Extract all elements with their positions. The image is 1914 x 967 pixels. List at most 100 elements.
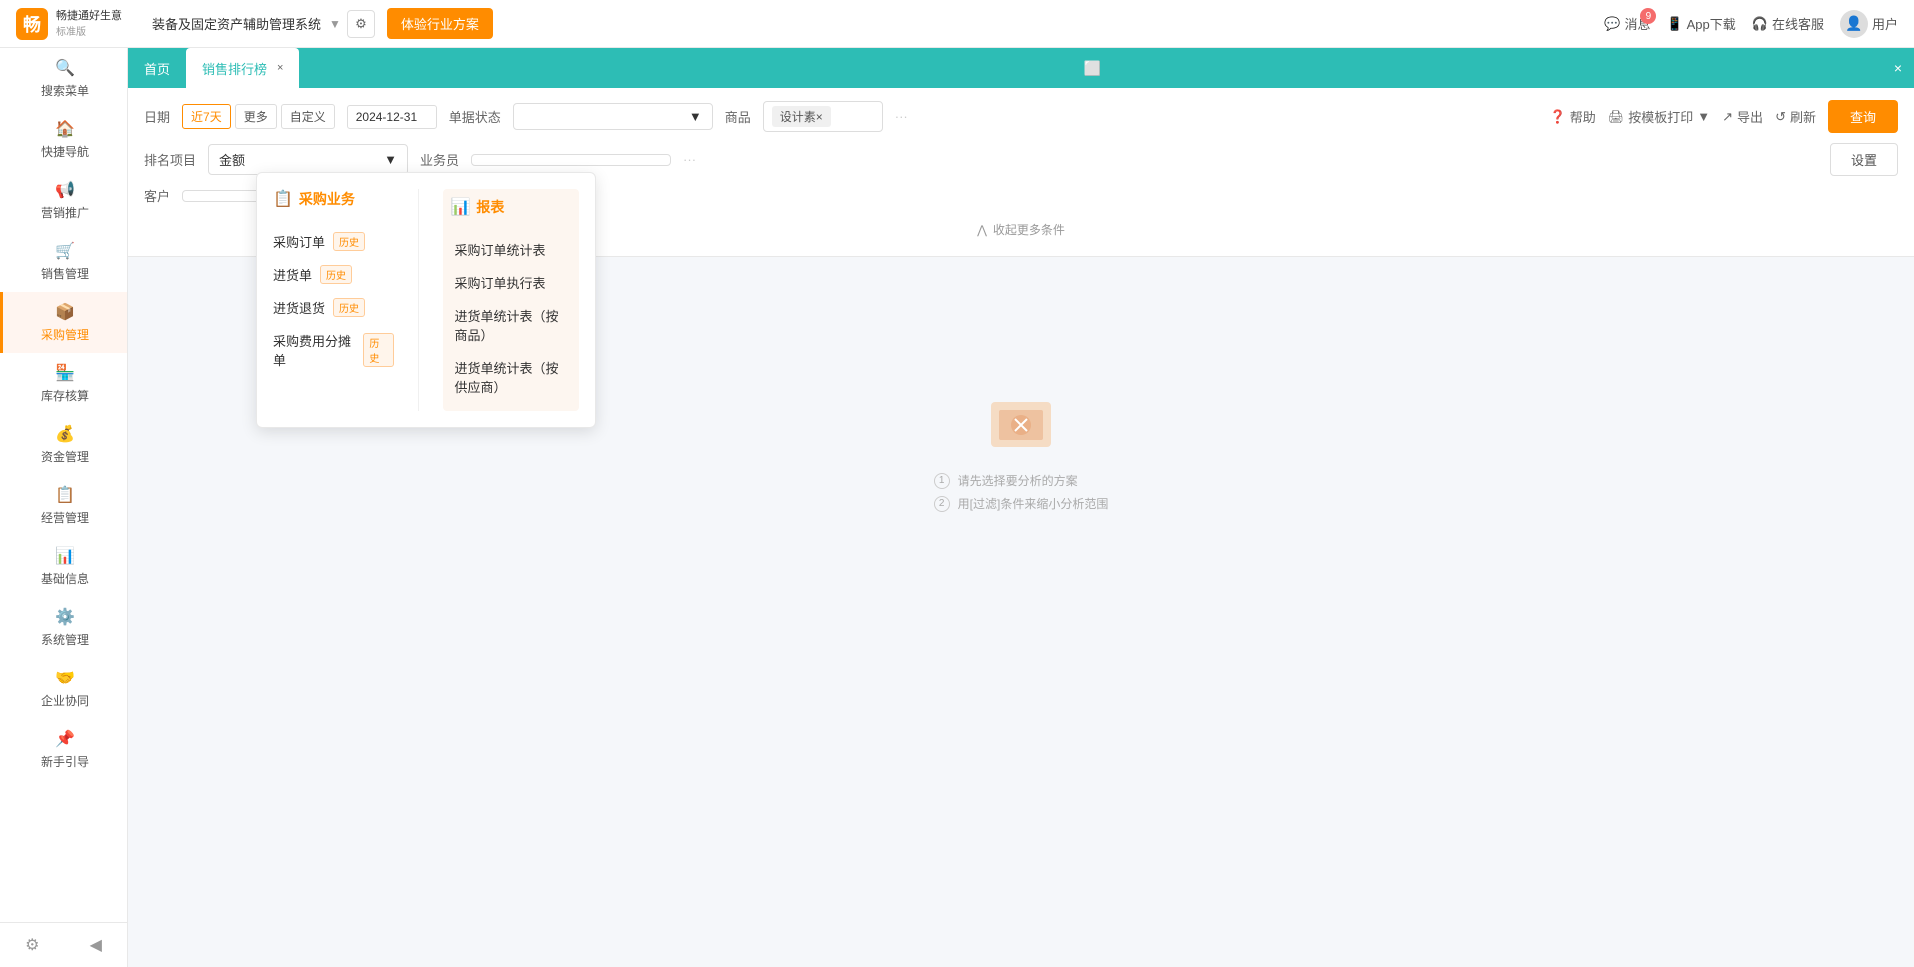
logo-text: 畅捷通好生意 xyxy=(56,9,122,23)
collapse-icon: ⋀ xyxy=(977,223,987,237)
resize-icon[interactable]: ⬜ xyxy=(1084,60,1109,77)
tab-close-icon[interactable]: × xyxy=(277,62,283,74)
menu-item-goods-receipt-stats-by-supplier[interactable]: 进货单统计表（按供应商） xyxy=(451,351,572,403)
date-range-group: 近7天 更多 自定义 xyxy=(182,104,335,129)
sidebar-item-finance[interactable]: 💰 资金管理 xyxy=(0,414,127,475)
empty-illustration xyxy=(971,382,1071,462)
sidebar-item-system[interactable]: ⚙️ 系统管理 xyxy=(0,597,127,658)
salesman-ellipsis[interactable]: ··· xyxy=(683,152,696,167)
megaphone-icon: 📢 xyxy=(55,180,75,200)
sidebar-item-marketing[interactable]: 📢 营销推广 xyxy=(0,170,127,231)
dropdown-menu: 📋 采购业务 采购订单 历史 进货单 历史 进货退货 xyxy=(256,172,596,428)
sidebar-bottom: ⚙ ◀ xyxy=(0,922,127,967)
search-icon: 🔍 xyxy=(55,58,75,78)
sidebar-item-operations[interactable]: 📋 经营管理 xyxy=(0,475,127,536)
report-menu-section: 📊 报表 采购订单统计表 采购订单执行表 进货单统计表（按商品） 进货单统计表（… xyxy=(443,189,580,411)
menu-item-goods-receipt[interactable]: 进货单 历史 xyxy=(273,258,394,291)
tab-home[interactable]: 首页 xyxy=(128,48,186,88)
menu-item-purchase-order-exec[interactable]: 采购订单执行表 xyxy=(451,266,572,299)
user-avatar: 👤 xyxy=(1840,10,1868,38)
sidebar-item-inventory[interactable]: 🏪 库存核算 xyxy=(0,353,127,414)
date-option-more[interactable]: 更多 xyxy=(235,104,277,129)
sidebar-item-enterprise[interactable]: 🤝 企业协同 xyxy=(0,658,127,719)
logo-area: 畅 畅捷通好生意 标准版 xyxy=(16,8,144,40)
message-button[interactable]: 💬 消息 9 xyxy=(1604,14,1650,33)
date-to-input[interactable] xyxy=(347,105,437,129)
date-label: 日期 xyxy=(144,107,170,126)
system-name: 装备及固定资产辅助管理系统 xyxy=(152,14,321,33)
customer-label: 客户 xyxy=(144,186,170,205)
main-layout: 🔍 搜索菜单 🏠 快捷导航 📢 营销推广 🛒 销售管理 📦 采购管理 🏪 xyxy=(0,48,1914,967)
headset-icon: 🎧 xyxy=(1752,16,1768,32)
chart-icon: 📊 xyxy=(55,546,75,566)
settings-button[interactable]: ⚙ xyxy=(347,10,375,38)
report-icon: 📋 xyxy=(55,485,75,505)
content-area: 首页 销售排行榜 × ⬜ × 日期 近7天 xyxy=(128,48,1914,967)
date-option-custom[interactable]: 自定义 xyxy=(281,104,335,129)
purchase-section-icon: 📋 xyxy=(273,189,293,209)
system-title: 装备及固定资产辅助管理系统 ▼ xyxy=(152,14,341,33)
ranking-label: 排名项目 xyxy=(144,150,196,169)
menu-item-goods-receipt-stats-by-goods[interactable]: 进货单统计表（按商品） xyxy=(451,299,572,351)
money-icon: 💰 xyxy=(55,424,75,444)
app-download-button[interactable]: 📱 App下载 xyxy=(1666,14,1735,33)
goods-tag: 设计素× xyxy=(772,106,831,127)
menu-item-purchase-order[interactable]: 采购订单 历史 xyxy=(273,225,394,258)
close-tab-icon[interactable]: × xyxy=(1894,60,1914,76)
sidebar-item-search[interactable]: 🔍 搜索菜单 xyxy=(0,48,127,109)
report-section-title: 📊 报表 xyxy=(451,197,572,223)
industry-button[interactable]: 体验行业方案 xyxy=(387,8,493,39)
phone-icon: 📱 xyxy=(1666,16,1682,32)
app-container: 畅 畅捷通好生意 标准版 装备及固定资产辅助管理系统 ▼ ⚙ 体验行业方案 💬 … xyxy=(0,0,1914,967)
settings-bottom-icon[interactable]: ⚙ xyxy=(25,935,39,955)
report-section-icon: 📊 xyxy=(451,197,471,217)
tab-sales-rank[interactable]: 销售排行榜 × xyxy=(186,48,299,88)
select-arrow-icon: ▼ xyxy=(689,109,702,124)
user-menu-button[interactable]: 👤 用户 xyxy=(1840,10,1898,38)
purchase-section-title: 📋 采购业务 xyxy=(273,189,394,215)
set-button[interactable]: 设置 xyxy=(1830,143,1898,176)
goods-label: 商品 xyxy=(725,107,751,126)
dropdown-arrow-icon[interactable]: ▼ xyxy=(329,17,341,31)
empty-hint-2: 2 用[过滤]条件来缩小分析范围 xyxy=(934,495,1109,512)
sidebar-item-basic[interactable]: 📊 基础信息 xyxy=(0,536,127,597)
logo-icon: 畅 xyxy=(16,8,48,40)
ranking-arrow-icon: ▼ xyxy=(384,152,397,167)
home-icon: 🏠 xyxy=(55,119,75,139)
menu-item-goods-return[interactable]: 进货退货 历史 xyxy=(273,291,394,324)
goods-ellipsis[interactable]: ··· xyxy=(895,109,908,124)
message-badge: 9 xyxy=(1640,8,1656,24)
message-icon: 💬 xyxy=(1604,16,1620,32)
ranking-select[interactable]: 金额 ▼ xyxy=(208,144,408,175)
top-bar: 畅 畅捷通好生意 标准版 装备及固定资产辅助管理系统 ▼ ⚙ 体验行业方案 💬 … xyxy=(0,0,1914,48)
export-button[interactable]: ↗ 导出 xyxy=(1722,107,1763,126)
sidebar-item-quick[interactable]: 🏠 快捷导航 xyxy=(0,109,127,170)
date-option-7days[interactable]: 近7天 xyxy=(182,104,231,129)
sidebar-item-purchase[interactable]: 📦 采购管理 xyxy=(0,292,127,353)
pin-icon: 📌 xyxy=(55,729,75,749)
bill-status-select[interactable]: ▼ xyxy=(513,103,713,130)
help-button[interactable]: ❓ 帮助 xyxy=(1550,107,1596,126)
box-icon: 📦 xyxy=(55,302,75,322)
refresh-button[interactable]: ↺ 刷新 xyxy=(1775,107,1816,126)
handshake-icon: 🤝 xyxy=(55,668,75,688)
goods-filter[interactable]: 设计素× xyxy=(763,101,883,132)
sidebar-item-newbie[interactable]: 📌 新手引导 xyxy=(0,719,127,780)
online-service-button[interactable]: 🎧 在线客服 xyxy=(1752,14,1824,33)
cart-icon: 🛒 xyxy=(55,241,75,261)
purchase-menu-section: 📋 采购业务 采购订单 历史 进货单 历史 进货退货 xyxy=(273,189,394,411)
warehouse-icon: 🏪 xyxy=(55,363,75,383)
top-actions: ❓ 帮助 🖨 按模板打印 ▼ ↗ 导出 ↺ 刷新 xyxy=(1550,107,1816,126)
sidebar: 🔍 搜索菜单 🏠 快捷导航 📢 营销推广 🛒 销售管理 📦 采购管理 🏪 xyxy=(0,48,128,967)
empty-hint: 1 请先选择要分析的方案 2 用[过滤]条件来缩小分析范围 xyxy=(934,472,1109,512)
query-button[interactable]: 查询 xyxy=(1828,100,1898,133)
bill-status-label: 单据状态 xyxy=(449,107,501,126)
sidebar-item-sales[interactable]: 🛒 销售管理 xyxy=(0,231,127,292)
logo-sub: 标准版 xyxy=(56,23,122,38)
print-button[interactable]: 🖨 按模板打印 ▼ xyxy=(1608,107,1710,126)
empty-hint-1: 1 请先选择要分析的方案 xyxy=(934,472,1109,489)
collapse-sidebar-icon[interactable]: ◀ xyxy=(90,935,102,955)
menu-item-purchase-expense[interactable]: 采购费用分摊单 历史 xyxy=(273,324,394,376)
menu-item-purchase-order-stats[interactable]: 采购订单统计表 xyxy=(451,233,572,266)
salesman-select[interactable] xyxy=(471,154,671,166)
